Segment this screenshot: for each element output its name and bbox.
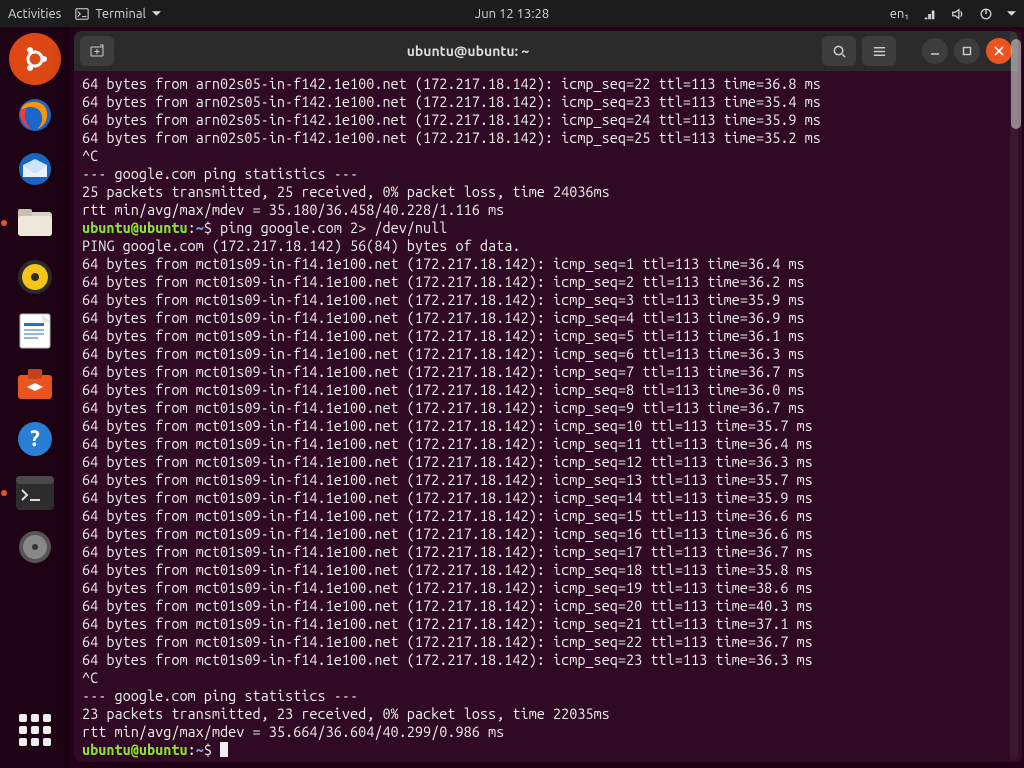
terminal-icon — [75, 7, 89, 21]
svg-text:?: ? — [30, 426, 40, 451]
app-menu[interactable]: Terminal — [75, 7, 161, 21]
maximize-button[interactable] — [954, 38, 980, 64]
app-menu-label: Terminal — [95, 7, 146, 21]
show-applications[interactable] — [11, 706, 59, 754]
power-icon[interactable] — [979, 7, 993, 21]
volume-icon[interactable] — [951, 7, 965, 21]
dock-app-firefox[interactable] — [11, 91, 59, 139]
dock-app-rhythmbox[interactable] — [11, 253, 59, 301]
terminal-window: ubuntu@ubuntu: ~ 64 bytes from arn02s05-… — [74, 31, 1018, 762]
gnome-topbar: Activities Terminal Jun 12 13:28 en₁ — [0, 0, 1024, 27]
window-titlebar[interactable]: ubuntu@ubuntu: ~ — [74, 31, 1018, 71]
chevron-down-icon — [152, 11, 161, 17]
hamburger-menu-button[interactable] — [862, 36, 896, 66]
dock-app-help[interactable]: ? — [11, 415, 59, 463]
chevron-down-icon[interactable] — [1007, 11, 1016, 17]
menu-icon — [872, 44, 887, 59]
close-button[interactable] — [986, 38, 1012, 64]
dock: ? — [0, 27, 70, 768]
activities-button[interactable]: Activities — [8, 7, 61, 21]
window-title: ubuntu@ubuntu: ~ — [120, 43, 816, 59]
ubuntu-launcher[interactable] — [9, 33, 61, 85]
dock-app-thunderbird[interactable] — [11, 145, 59, 193]
scrollbar-track — [1010, 31, 1022, 762]
dock-app-libreoffice-writer[interactable] — [11, 307, 59, 355]
clock[interactable]: Jun 12 13:28 — [475, 7, 549, 21]
dock-app-disk-utility[interactable] — [11, 523, 59, 571]
dock-app-ubuntu-software[interactable] — [11, 361, 59, 409]
dock-app-terminal[interactable] — [11, 469, 59, 517]
search-icon — [832, 44, 847, 59]
scrollbar-thumb[interactable] — [1011, 39, 1021, 129]
close-icon — [993, 45, 1005, 57]
scrollbar[interactable] — [1010, 31, 1022, 762]
input-source[interactable]: en₁ — [890, 7, 909, 21]
dock-app-files[interactable] — [11, 199, 59, 247]
new-tab-button[interactable] — [80, 36, 114, 66]
terminal-output[interactable]: 64 bytes from arn02s05-in-f142.1e100.net… — [74, 71, 1018, 762]
search-button[interactable] — [822, 36, 856, 66]
minimize-button[interactable] — [922, 38, 948, 64]
network-icon[interactable] — [923, 7, 937, 21]
